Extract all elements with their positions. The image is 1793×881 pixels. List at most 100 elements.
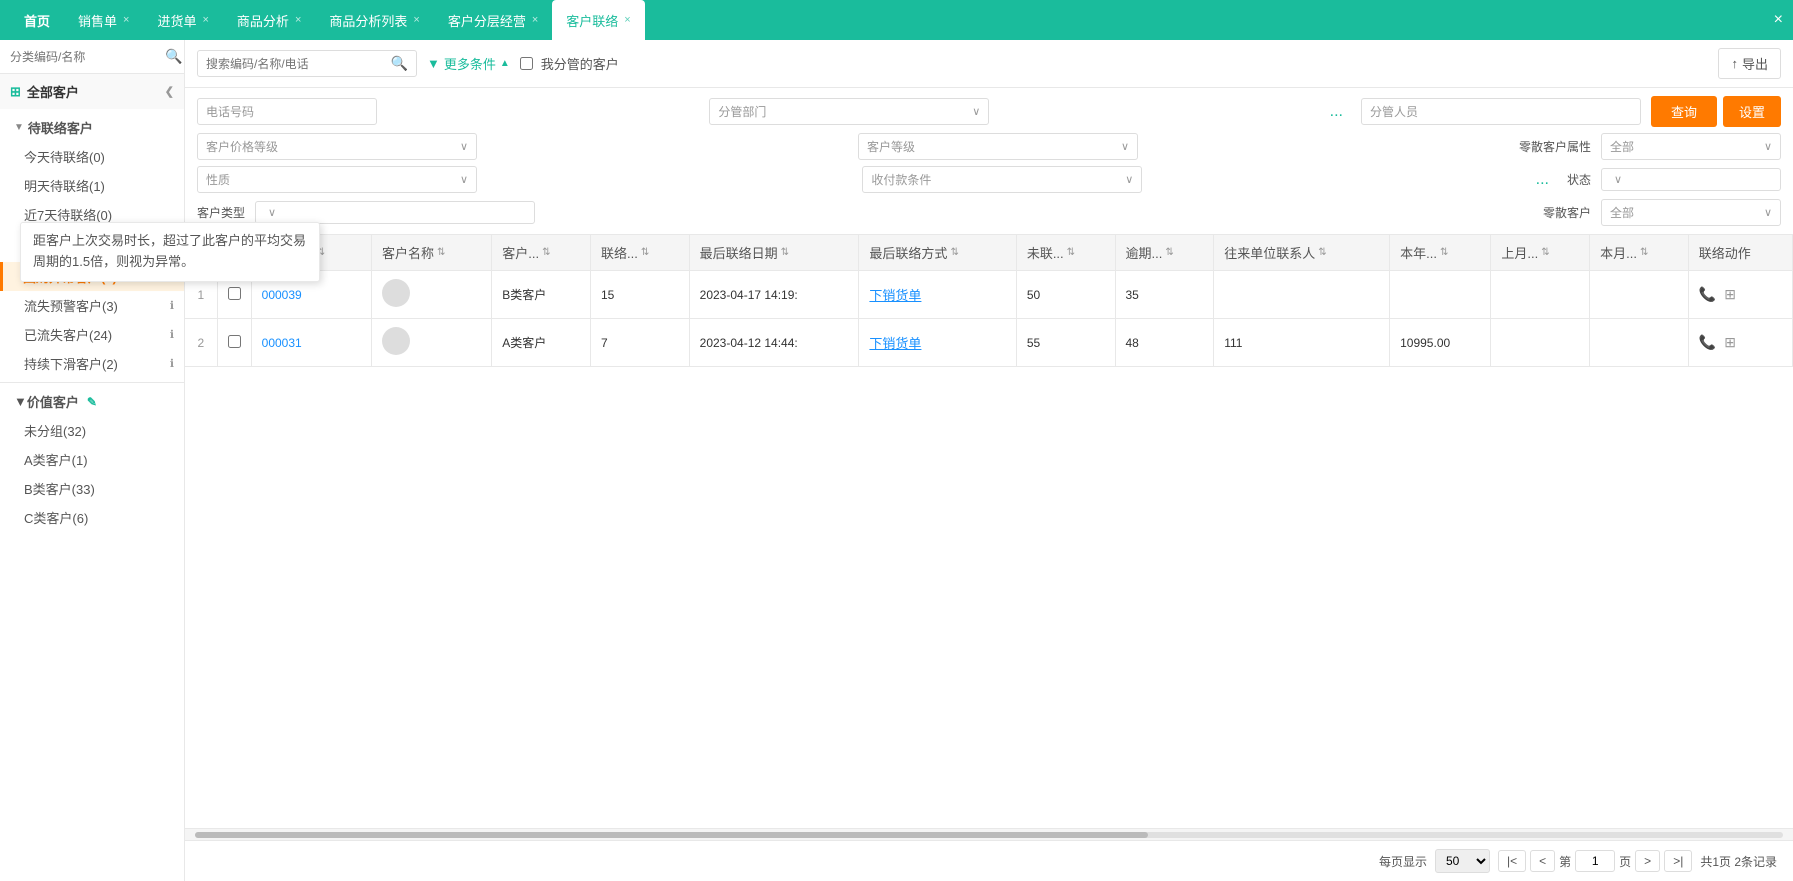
sort-icon-last-date[interactable]: ⇅ <box>781 247 789 258</box>
sidebar-search-icon[interactable]: 🔍 <box>165 48 182 65</box>
th-name[interactable]: 客户名称 ⇅ <box>371 235 491 271</box>
nav-item-goods-list[interactable]: 商品分析列表 × <box>315 0 433 40</box>
nav-item-customer-segment[interactable]: 客户分层经营 × <box>434 0 552 40</box>
close-icon-goods-list[interactable]: × <box>413 14 419 26</box>
scrollbar-thumb[interactable] <box>195 832 1148 838</box>
nav-item-goods-analysis[interactable]: 商品分析 × <box>223 0 315 40</box>
settings-button[interactable]: 设置 <box>1723 96 1781 127</box>
nav-item-sales[interactable]: 销售单 × <box>64 0 143 40</box>
sidebar-item-tomorrow[interactable]: 明天待联络(1) <box>0 171 184 200</box>
sort-icon-unit-contact[interactable]: ⇅ <box>1318 247 1326 258</box>
sort-icon-this-year[interactable]: ⇅ <box>1440 247 1448 258</box>
my-customers-checkbox[interactable]: 我分管的客户 <box>520 54 619 73</box>
filter-price-grade[interactable]: 客户价格等级 ∨ <box>197 133 477 160</box>
sort-icon-last-month[interactable]: ⇅ <box>1541 247 1549 258</box>
sidebar-item-today[interactable]: 今天待联络(0) <box>0 142 184 171</box>
main-search-input[interactable] <box>206 57 391 71</box>
edit-icon[interactable]: ✎ <box>87 395 97 409</box>
per-page-select[interactable]: 50 100 200 <box>1435 849 1490 873</box>
sidebar-item-declining[interactable]: 持续下滑客户(2) ℹ <box>0 349 184 378</box>
pending-contact-group-label[interactable]: ▼ 待联络客户 <box>0 113 184 142</box>
th-contact[interactable]: 联络... ⇅ <box>590 235 689 271</box>
nav-item-customer-contact[interactable]: 客户联络 × <box>552 0 644 40</box>
dots-icon-2[interactable]: ... <box>1528 171 1557 189</box>
sort-icon-type[interactable]: ⇅ <box>542 247 550 258</box>
sort-icon-this-month[interactable]: ⇅ <box>1640 247 1648 258</box>
th-last-month[interactable]: 上月... ⇅ <box>1491 235 1590 271</box>
row-1-last-method[interactable]: 下销货单 <box>859 271 1016 319</box>
row-2-checkbox[interactable] <box>217 319 251 367</box>
close-icon-purchase[interactable]: × <box>202 14 208 26</box>
dots-icon-1[interactable]: ... <box>1322 103 1351 121</box>
next-page-btn[interactable]: > <box>1635 850 1660 872</box>
close-icon-sales[interactable]: × <box>123 14 129 26</box>
close-icon-customer-segment[interactable]: × <box>532 14 538 26</box>
main-search-icon[interactable]: 🔍 <box>391 55 408 72</box>
th-uncontacted[interactable]: 未联... ⇅ <box>1016 235 1115 271</box>
horizontal-scrollbar[interactable] <box>185 828 1793 840</box>
value-customers-header[interactable]: ▼ 价值客户 ✎ <box>0 387 184 416</box>
scrollbar-track[interactable] <box>195 832 1783 838</box>
filter-phone[interactable]: 电话号码 <box>197 98 377 125</box>
filter-gender[interactable]: 性质 ∨ <box>197 166 477 193</box>
sidebar-search-input[interactable] <box>10 50 165 64</box>
my-customers-check[interactable] <box>520 57 533 70</box>
filter-dept[interactable]: 分管部门 ∨ <box>709 98 989 125</box>
th-last-method[interactable]: 最后联络方式 ⇅ <box>859 235 1016 271</box>
all-customers-header[interactable]: ⊞ 全部客户 ❮ <box>0 74 184 109</box>
filter-payment[interactable]: 收付款条件 ∨ <box>862 166 1142 193</box>
th-last-date[interactable]: 最后联络日期 ⇅ <box>689 235 859 271</box>
th-type[interactable]: 客户... ⇅ <box>492 235 591 271</box>
query-button[interactable]: 查询 <box>1651 96 1717 127</box>
th-unit-contact[interactable]: 往来单位联系人 ⇅ <box>1214 235 1390 271</box>
info-icon-3[interactable]: ℹ <box>170 328 174 341</box>
page-input[interactable] <box>1575 850 1615 872</box>
close-icon-goods-analysis[interactable]: × <box>295 14 301 26</box>
row-2-method-link[interactable]: 下销货单 <box>869 336 921 351</box>
row-2-name[interactable] <box>371 319 491 367</box>
info-icon-2[interactable]: ℹ <box>170 299 174 312</box>
last-page-btn[interactable]: >| <box>1664 850 1692 872</box>
sidebar-item-lost-actual[interactable]: 已流失客户(24) ℹ <box>0 320 184 349</box>
sidebar-item-lost-potential[interactable]: 流失预警客户(3) ℹ <box>0 291 184 320</box>
row-2-check[interactable] <box>228 335 241 348</box>
sidebar-item-b-class[interactable]: B类客户(33) <box>0 474 184 503</box>
th-overdue[interactable]: 逾期... ⇅ <box>1115 235 1214 271</box>
sidebar-item-c-class[interactable]: C类客户(6) <box>0 503 184 532</box>
more-conditions-btn[interactable]: ▼ 更多条件 ▲ <box>427 54 510 73</box>
sort-icon-name[interactable]: ⇅ <box>437 247 445 258</box>
export-button[interactable]: ↑ 导出 <box>1718 48 1781 79</box>
nav-item-purchase[interactable]: 进货单 × <box>143 0 222 40</box>
th-this-year[interactable]: 本年... ⇅ <box>1390 235 1491 271</box>
row-1-name[interactable] <box>371 271 491 319</box>
row-1-grid-icon[interactable]: ⊞ <box>1724 286 1736 303</box>
row-2-grid-icon[interactable]: ⊞ <box>1724 334 1736 351</box>
prev-page-btn[interactable]: < <box>1530 850 1555 872</box>
filter-customer-type[interactable]: ∨ <box>255 201 535 224</box>
row-2-code[interactable]: 000031 <box>251 319 371 367</box>
row-2-last-method[interactable]: 下销货单 <box>859 319 1016 367</box>
filter-retail-attr[interactable]: 全部 ∨ <box>1601 133 1781 160</box>
sort-icon-last-method[interactable]: ⇅ <box>950 247 958 258</box>
sort-icon-contact[interactable]: ⇅ <box>641 247 649 258</box>
filter-grade[interactable]: 客户等级 ∨ <box>858 133 1138 160</box>
row-1-check[interactable] <box>228 287 241 300</box>
sort-icon-uncontacted[interactable]: ⇅ <box>1067 247 1075 258</box>
collapse-icon[interactable]: ❮ <box>165 85 174 98</box>
close-icon-customer-contact[interactable]: × <box>624 14 630 26</box>
sort-icon-overdue[interactable]: ⇅ <box>1165 247 1173 258</box>
filter-retail-customer[interactable]: 全部 ∨ <box>1601 199 1781 226</box>
filter-person[interactable]: 分管人员 <box>1361 98 1641 125</box>
row-1-phone-icon[interactable]: 📞 <box>1699 286 1716 303</box>
sidebar-item-unclassified[interactable]: 未分组(32) <box>0 416 184 445</box>
nav-item-home[interactable]: 首页 <box>10 0 64 40</box>
row-1-method-link[interactable]: 下销货单 <box>869 288 921 303</box>
sidebar-search-box[interactable]: 🔍 <box>0 40 184 74</box>
info-icon-4[interactable]: ℹ <box>170 357 174 370</box>
row-2-phone-icon[interactable]: 📞 <box>1699 334 1716 351</box>
window-close-icon[interactable]: × <box>1774 11 1783 29</box>
first-page-btn[interactable]: |< <box>1498 850 1526 872</box>
th-this-month[interactable]: 本月... ⇅ <box>1590 235 1689 271</box>
filter-status[interactable]: ∨ <box>1601 168 1781 191</box>
sidebar-item-a-class[interactable]: A类客户(1) <box>0 445 184 474</box>
